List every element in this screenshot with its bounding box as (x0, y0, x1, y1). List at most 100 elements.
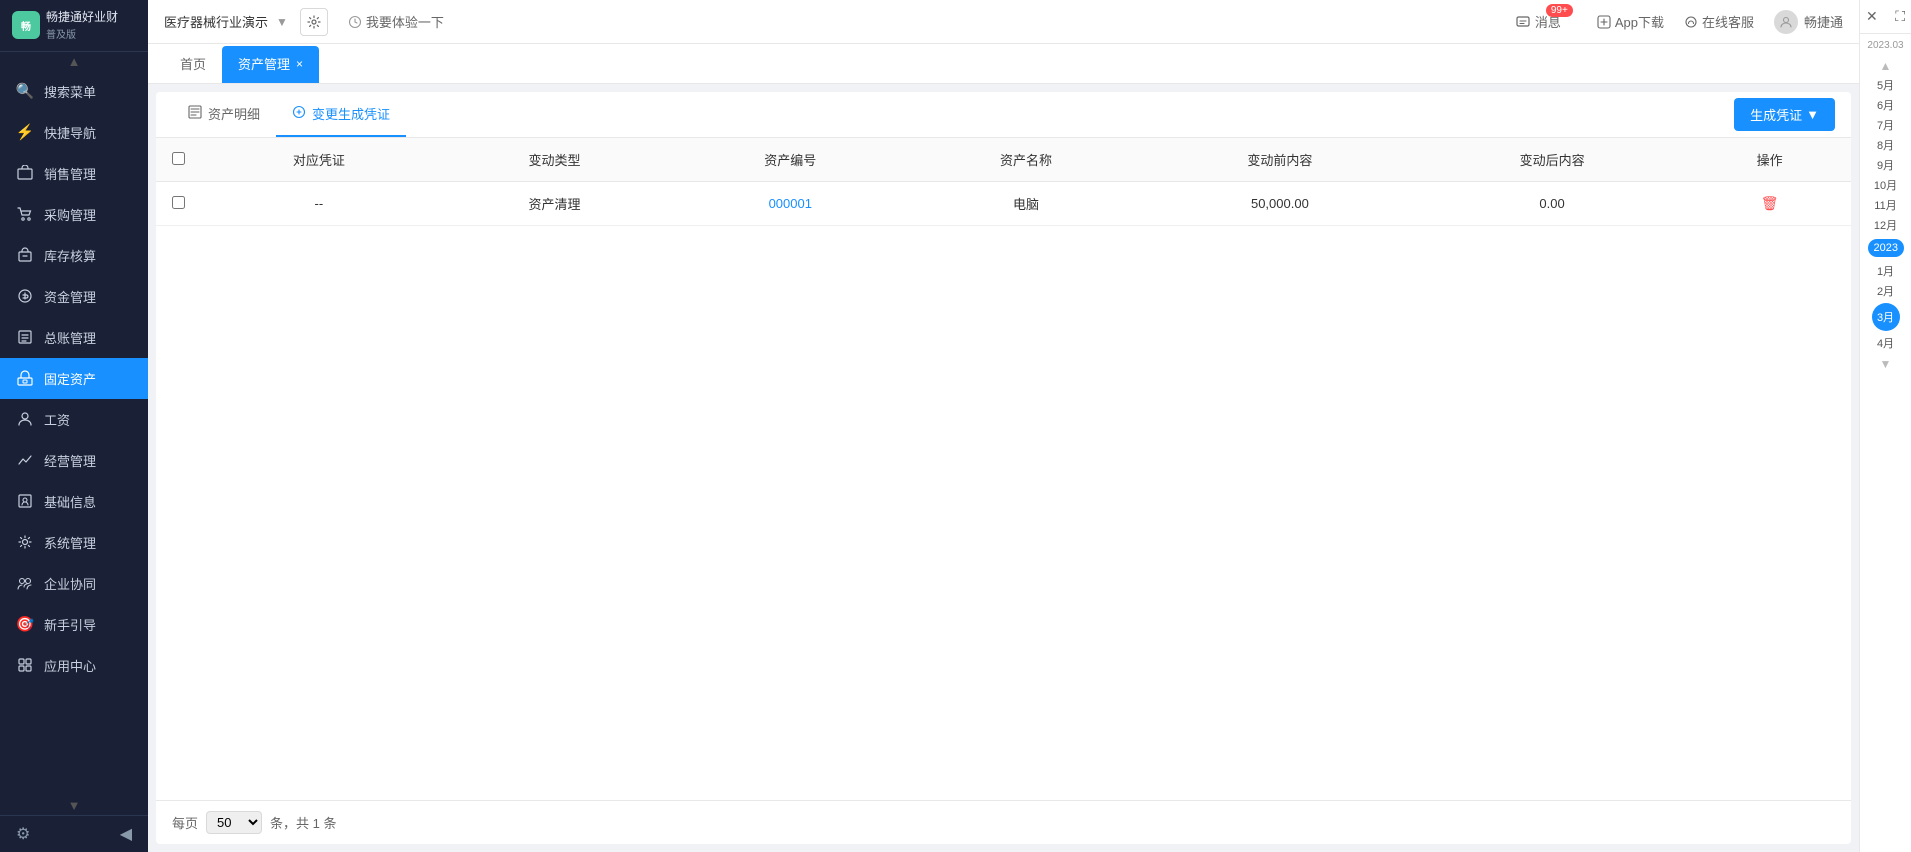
company-dropdown-icon[interactable]: ▼ (276, 15, 288, 29)
tab-asset-management[interactable]: 资产管理 × (222, 46, 319, 83)
asset-detail-icon (188, 105, 202, 122)
app-download-btn[interactable]: App下载 (1597, 12, 1664, 31)
sidebar-item-funds[interactable]: 资金管理 (0, 276, 148, 317)
sidebar: 畅 畅捷通好业财 普及版 ▲ 🔍 搜索菜单 ⚡ 快捷导航 销售管理 采购 (0, 0, 148, 852)
nav-tabs: 首页 资产管理 × (148, 44, 1859, 84)
sidebar-scroll-up[interactable]: ▲ (0, 52, 148, 71)
sidebar-item-apps[interactable]: 应用中心 (0, 645, 148, 686)
table-container: 对应凭证 变动类型 资产编号 资产名称 变动前内容 变动后内容 操作 (156, 138, 1851, 800)
app-logo-icon: 畅 (12, 11, 40, 39)
timeline-month-1[interactable]: 1月 (1860, 261, 1911, 281)
sidebar-item-quicknav[interactable]: ⚡ 快捷导航 (0, 112, 148, 153)
timeline-expand-btn[interactable]: ⛶ (1895, 8, 1905, 25)
sidebar-item-operations[interactable]: 经营管理 (0, 440, 148, 481)
timeline-month-11[interactable]: 11月 (1860, 195, 1911, 215)
subtab-change-voucher-label: 变更生成凭证 (312, 104, 390, 123)
timeline-year-prev: 2023.03 (1860, 34, 1911, 57)
app-version: 普及版 (46, 26, 118, 41)
select-all-checkbox[interactable] (172, 152, 185, 165)
sales-icon (16, 164, 34, 182)
timeline-month-5[interactable]: 5月 (1860, 75, 1911, 95)
header-after: 变动后内容 (1416, 138, 1688, 182)
sidebar-item-basicinfo[interactable]: 基础信息 (0, 481, 148, 522)
search-icon: 🔍 (16, 82, 34, 100)
messages-btn[interactable]: 消息 99+ (1515, 12, 1561, 31)
sidebar-item-operations-label: 经营管理 (44, 451, 96, 470)
sidebar-item-inventory[interactable]: 库存核算 (0, 235, 148, 276)
corp-icon (16, 574, 34, 592)
sidebar-item-sales-label: 销售管理 (44, 164, 96, 183)
active-tab-label: 资产管理 (238, 54, 290, 73)
timeline-nav-up[interactable]: ▲ (1860, 57, 1911, 75)
timeline-month-9[interactable]: 9月 (1860, 155, 1911, 175)
inventory-icon (16, 246, 34, 264)
tab-close-btn[interactable]: × (296, 57, 303, 71)
sidebar-logo: 畅 畅捷通好业财 普及版 (0, 0, 148, 52)
guide-icon: 🎯 (16, 615, 34, 633)
topbar-experience[interactable]: 我要体验一下 (348, 12, 444, 31)
timeline-month-7[interactable]: 7月 (1860, 115, 1911, 135)
timeline-month-2[interactable]: 2月 (1860, 281, 1911, 301)
timeline-month-6[interactable]: 6月 (1860, 95, 1911, 115)
subtab-asset-detail[interactable]: 资产明细 (172, 92, 276, 137)
sidebar-item-system-label: 系统管理 (44, 533, 96, 552)
topbar-settings-btn[interactable] (300, 8, 328, 36)
header-before: 变动前内容 (1144, 138, 1416, 182)
delete-row-btn[interactable]: 🗑 (1761, 195, 1779, 211)
per-page-label: 每页 (172, 813, 198, 832)
timeline-year-2023: 2023 (1868, 239, 1904, 257)
row-checkbox-cell (156, 182, 201, 226)
table-row: -- 资产清理 000001 电脑 50,000.00 0.00 🗑 (156, 182, 1851, 226)
timeline-month-4[interactable]: 4月 (1860, 333, 1911, 353)
sidebar-item-fixed[interactable]: 固定资产 (0, 358, 148, 399)
sidebar-item-purchase[interactable]: 采购管理 (0, 194, 148, 235)
app-download-label: App下载 (1615, 12, 1664, 31)
header-checkbox-cell (156, 138, 201, 182)
content-area: 资产明细 变更生成凭证 生成凭证 ▼ (156, 92, 1851, 844)
tab-home[interactable]: 首页 (164, 46, 222, 83)
topbar-left: 医疗器械行业演示 ▼ 我要体验一下 (164, 8, 444, 36)
sidebar-item-funds-label: 资金管理 (44, 287, 96, 306)
total-label: 条，共 1 条 (270, 813, 336, 832)
quicknav-icon: ⚡ (16, 123, 34, 141)
timeline-month-12[interactable]: 12月 (1860, 215, 1911, 235)
sidebar-scroll-down[interactable]: ▼ (0, 796, 148, 815)
header-change-type: 变动类型 (437, 138, 673, 182)
sidebar-nav: 🔍 搜索菜单 ⚡ 快捷导航 销售管理 采购管理 库存核算 (0, 71, 148, 796)
customer-service-btn[interactable]: 在线客服 (1684, 12, 1754, 31)
header-asset-name: 资产名称 (908, 138, 1144, 182)
sidebar-item-corp[interactable]: 企业协同 (0, 563, 148, 604)
asset-table: 对应凭证 变动类型 资产编号 资产名称 变动前内容 变动后内容 操作 (156, 138, 1851, 226)
timeline-nav-down[interactable]: ▼ (1860, 353, 1911, 375)
topbar-right: 消息 99+ App下载 在线客服 畅捷通 (1515, 10, 1843, 34)
row-checkbox[interactable] (172, 196, 185, 209)
sidebar-item-payroll[interactable]: 工资 (0, 399, 148, 440)
sidebar-item-payroll-label: 工资 (44, 410, 70, 429)
subtab-change-voucher[interactable]: 变更生成凭证 (276, 92, 406, 137)
payroll-icon (16, 410, 34, 428)
topbar: 医疗器械行业演示 ▼ 我要体验一下 消息 99+ App下载 在线客服 (148, 0, 1859, 44)
sidebar-item-guide[interactable]: 🎯 新手引导 (0, 604, 148, 645)
timeline-month-10[interactable]: 10月 (1860, 175, 1911, 195)
sidebar-bottom: ⚙ ◀ (0, 815, 148, 852)
sidebar-item-guide-label: 新手引导 (44, 615, 96, 634)
sidebar-settings-icon[interactable]: ⚙ (16, 824, 30, 844)
generate-voucher-btn[interactable]: 生成凭证 ▼ (1734, 98, 1835, 131)
sidebar-item-ledger[interactable]: 总账管理 (0, 317, 148, 358)
sidebar-item-search-label: 搜索菜单 (44, 82, 96, 101)
ledger-icon (16, 328, 34, 346)
timeline-close-btn[interactable]: ✕ (1866, 8, 1878, 25)
timeline-header: ✕ ⛶ (1860, 0, 1911, 34)
sub-tabs: 资产明细 变更生成凭证 生成凭证 ▼ (156, 92, 1851, 138)
sidebar-collapse-icon[interactable]: ◀ (120, 824, 132, 844)
header-action: 操作 (1688, 138, 1851, 182)
per-page-select[interactable]: 50 10 20 100 (206, 811, 262, 834)
sidebar-item-search[interactable]: 🔍 搜索菜单 (0, 71, 148, 112)
timeline-month-8[interactable]: 8月 (1860, 135, 1911, 155)
sidebar-item-system[interactable]: 系统管理 (0, 522, 148, 563)
sidebar-item-sales[interactable]: 销售管理 (0, 153, 148, 194)
generate-btn-label: 生成凭证 (1750, 105, 1802, 124)
timeline-month-3-active[interactable]: 3月 (1872, 303, 1900, 331)
user-profile-btn[interactable]: 畅捷通 (1774, 10, 1843, 34)
customer-service-label: 在线客服 (1702, 12, 1754, 31)
